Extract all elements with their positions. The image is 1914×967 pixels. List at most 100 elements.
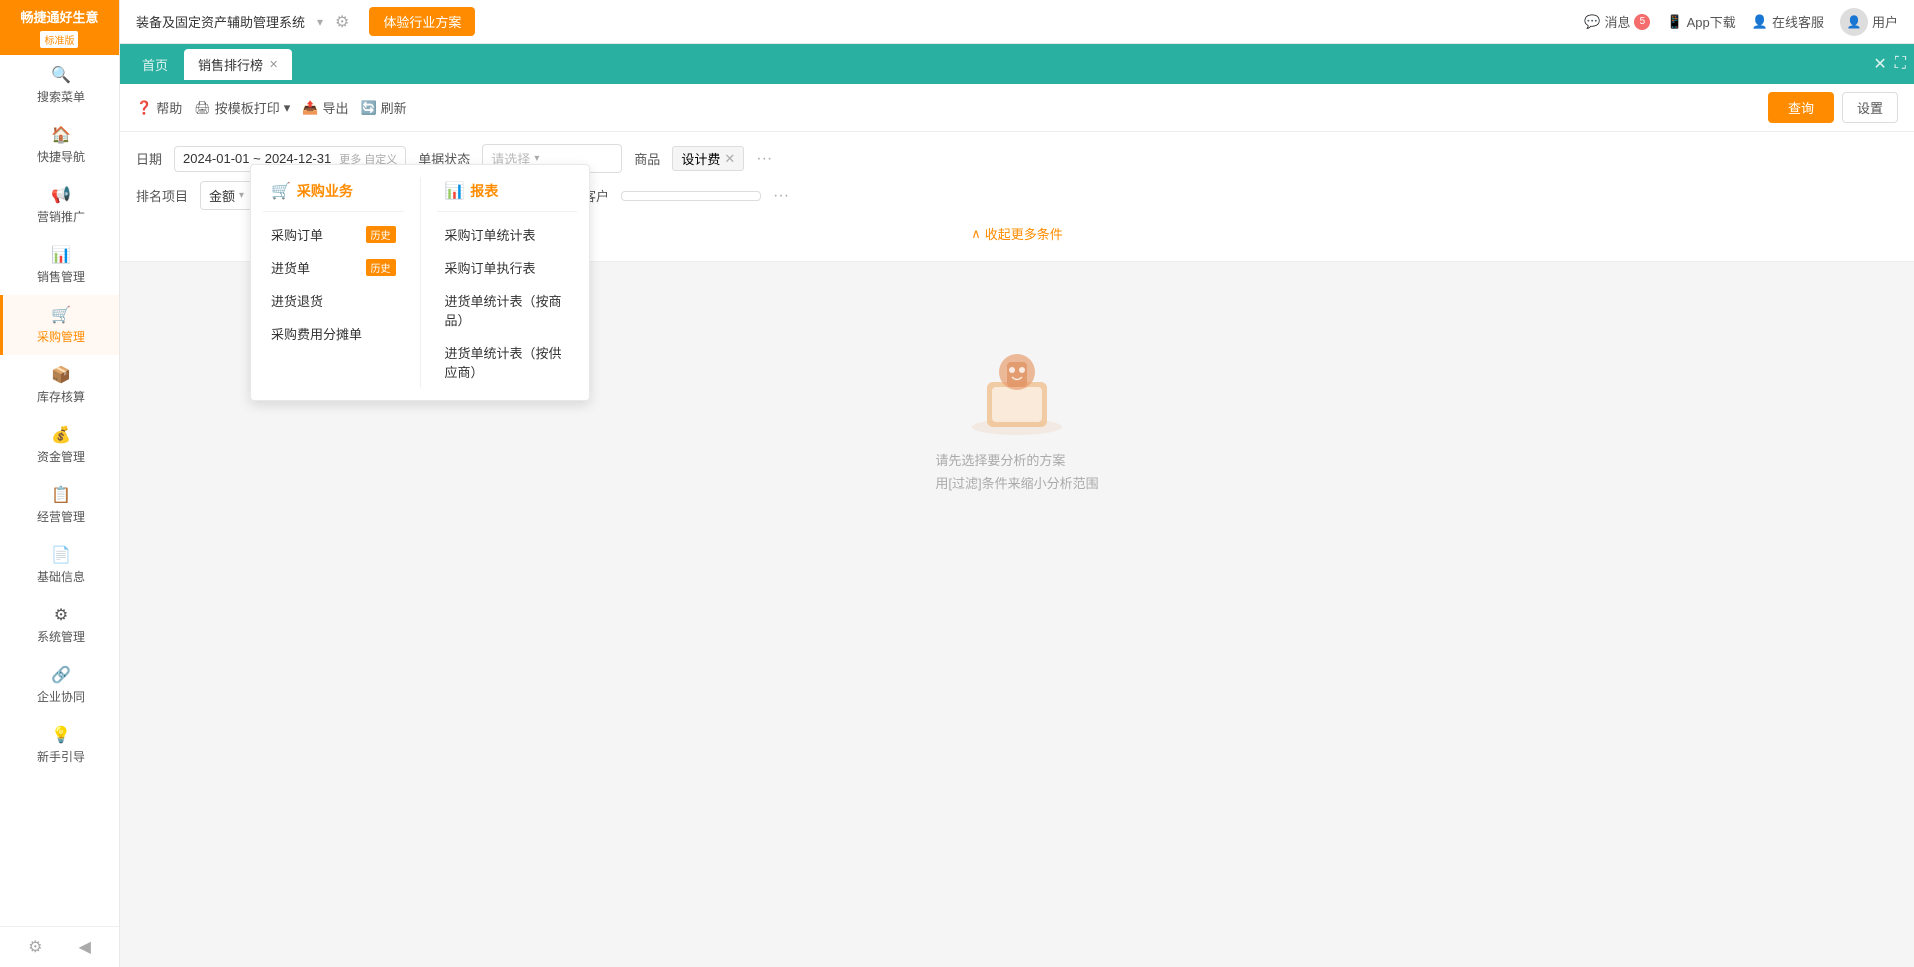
header-right: 💬 消息 5 📱 App下载 👤 在线客服 👤 用户 bbox=[1584, 8, 1898, 36]
system-icon: ⚙ bbox=[54, 605, 68, 625]
sidebar-item-quick-nav[interactable]: 🏠 快捷导航 bbox=[0, 115, 119, 175]
main-area: 装备及固定资产辅助管理系统 ▾ ⚙ 体验行业方案 💬 消息 5 📱 App下载 … bbox=[120, 0, 1914, 967]
collapse-arrow-icon: ∧ bbox=[971, 226, 981, 242]
report-col-icon: 📊 bbox=[445, 181, 465, 201]
sidebar-menu: 🔍 搜索菜单 🏠 快捷导航 📢 营销推广 📊 销售管理 🛒 采购管理 📦 bbox=[0, 55, 119, 926]
user-label: 用户 bbox=[1872, 12, 1898, 31]
dropdown-menu: 🛒 采购业务 采购订单 历史 进货单 历史 进货退货 bbox=[250, 164, 590, 401]
refresh-item[interactable]: 🔄 刷新 bbox=[360, 98, 406, 117]
print-label: 按模板打印 bbox=[215, 98, 280, 117]
sidebar-item-purchase[interactable]: 🛒 采购管理 bbox=[0, 295, 119, 355]
sidebar-item-guide[interactable]: 💡 新手引导 bbox=[0, 715, 119, 775]
message-icon: 💬 bbox=[1584, 14, 1600, 30]
sidebar-item-enterprise[interactable]: 🔗 企业协同 bbox=[0, 655, 119, 715]
report-col: 📊 报表 采购订单统计表 采购订单执行表 进货单统计表（按商品） 进货单统计表（… bbox=[425, 177, 590, 388]
online-service-label: 在线客服 bbox=[1772, 12, 1824, 31]
user-item[interactable]: 👤 用户 bbox=[1840, 8, 1898, 36]
dropdown-item-purchase-order-exec[interactable]: 采购订单执行表 bbox=[437, 251, 578, 284]
dropdown-item-inbound-stat-supplier[interactable]: 进货单统计表（按供应商） bbox=[437, 336, 578, 388]
dropdown-item-purchase-order[interactable]: 采购订单 历史 bbox=[263, 218, 404, 251]
sidebar-item-finance-label: 资金管理 bbox=[37, 448, 85, 465]
setting-button[interactable]: 设置 bbox=[1842, 92, 1898, 123]
empty-tips: 请先选择要分析的方案 用[过滤]条件来缩小分析范围 bbox=[935, 450, 1098, 496]
export-label: 导出 bbox=[322, 98, 348, 117]
window-close-icon[interactable]: ✕ bbox=[1873, 54, 1886, 74]
dropdown-item-inbound[interactable]: 进货单 历史 bbox=[263, 251, 404, 284]
dropdown-item-purchase-order-stat[interactable]: 采购订单统计表 bbox=[437, 218, 578, 251]
return-label: 进货退货 bbox=[271, 291, 323, 310]
export-icon: 📤 bbox=[302, 100, 318, 116]
collapse-button[interactable]: ∧ 收起更多条件 bbox=[965, 218, 1069, 249]
tab-home[interactable]: 首页 bbox=[128, 49, 182, 80]
sidebar-item-operation-label: 经营管理 bbox=[37, 508, 85, 525]
refresh-label: 刷新 bbox=[381, 98, 407, 117]
message-item[interactable]: 💬 消息 5 bbox=[1584, 12, 1650, 31]
marketing-icon: 📢 bbox=[51, 185, 71, 205]
product-tag-close[interactable]: ✕ bbox=[724, 151, 735, 167]
basic-icon: 📄 bbox=[51, 545, 71, 565]
header-dropdown-arrow[interactable]: ▾ bbox=[317, 15, 323, 29]
sidebar-footer: ⚙ ◀ bbox=[0, 926, 119, 967]
report-col-title: 📊 报表 bbox=[437, 177, 578, 212]
empty-illustration bbox=[957, 342, 1077, 442]
dropdown-item-inbound-stat-product[interactable]: 进货单统计表（按商品） bbox=[437, 284, 578, 336]
sidebar-logo: 畅捷通好生意 标准版 bbox=[0, 0, 119, 55]
print-item[interactable]: 🖨 按模板打印 ▾ bbox=[194, 98, 290, 117]
logo-name: 畅捷通好生意 bbox=[20, 7, 98, 26]
online-service-item[interactable]: 👤 在线客服 bbox=[1752, 12, 1824, 31]
guide-icon: 💡 bbox=[51, 725, 71, 745]
ranking-label: 排名项目 bbox=[136, 186, 188, 205]
header-gear-icon[interactable]: ⚙ bbox=[335, 12, 349, 32]
query-button[interactable]: 查询 bbox=[1768, 92, 1834, 123]
ranking-value: 金额 bbox=[209, 186, 235, 205]
sidebar-item-system[interactable]: ⚙ 系统管理 bbox=[0, 595, 119, 655]
dropdown-item-return[interactable]: 进货退货 bbox=[263, 284, 404, 317]
sales-icon: 📊 bbox=[51, 245, 71, 265]
inventory-icon: 📦 bbox=[51, 365, 71, 385]
help-item[interactable]: ❓ 帮助 bbox=[136, 98, 182, 117]
print-arrow[interactable]: ▾ bbox=[284, 100, 291, 116]
sidebar-item-guide-label: 新手引导 bbox=[37, 748, 85, 765]
product-tag: 设计费 ✕ bbox=[672, 146, 744, 171]
sidebar-item-search[interactable]: 🔍 搜索菜单 bbox=[0, 55, 119, 115]
customer-more-dots[interactable]: ··· bbox=[773, 187, 789, 205]
tab-close-icon[interactable]: ✕ bbox=[269, 58, 278, 71]
help-icon: ❓ bbox=[136, 100, 152, 116]
print-icon: 🖨 bbox=[194, 100, 211, 116]
phone-icon: 📱 bbox=[1666, 14, 1682, 30]
date-value: 2024-01-01 ~ bbox=[183, 151, 261, 166]
product-more-dots[interactable]: ··· bbox=[756, 150, 772, 168]
collapse-icon[interactable]: ◀ bbox=[79, 937, 91, 957]
sidebar: 畅捷通好生意 标准版 🔍 搜索菜单 🏠 快捷导航 📢 营销推广 📊 销售管理 bbox=[0, 0, 120, 967]
settings-icon[interactable]: ⚙ bbox=[28, 937, 42, 957]
tab-sales-rank[interactable]: 销售排行榜 ✕ bbox=[184, 49, 292, 80]
sidebar-item-marketing[interactable]: 📢 营销推广 bbox=[0, 175, 119, 235]
app-download-item[interactable]: 📱 App下载 bbox=[1666, 12, 1735, 31]
export-item[interactable]: 📤 导出 bbox=[302, 98, 348, 117]
service-icon: 👤 bbox=[1752, 14, 1768, 30]
sidebar-item-sales[interactable]: 📊 销售管理 bbox=[0, 235, 119, 295]
empty-tip-1: 请先选择要分析的方案 bbox=[935, 450, 1098, 469]
collapse-label: 收起更多条件 bbox=[985, 224, 1063, 243]
top-header: 装备及固定资产辅助管理系统 ▾ ⚙ 体验行业方案 💬 消息 5 📱 App下载 … bbox=[120, 0, 1914, 44]
customer-input[interactable] bbox=[621, 191, 761, 201]
sidebar-item-operation[interactable]: 📋 经营管理 bbox=[0, 475, 119, 535]
refresh-icon: 🔄 bbox=[360, 100, 376, 116]
sidebar-item-basic[interactable]: 📄 基础信息 bbox=[0, 535, 119, 595]
inbound-history: 历史 bbox=[366, 259, 396, 276]
sidebar-item-enterprise-label: 企业协同 bbox=[37, 688, 85, 705]
expense-label: 采购费用分摊单 bbox=[271, 324, 362, 343]
sidebar-item-inventory[interactable]: 📦 库存核算 bbox=[0, 355, 119, 415]
help-label: 帮助 bbox=[156, 98, 182, 117]
trial-button[interactable]: 体验行业方案 bbox=[369, 7, 475, 36]
purchase-order-exec-label: 采购订单执行表 bbox=[445, 258, 536, 277]
sidebar-item-basic-label: 基础信息 bbox=[37, 568, 85, 585]
purchase-col-label: 采购业务 bbox=[297, 181, 353, 201]
sidebar-item-finance[interactable]: 💰 资金管理 bbox=[0, 415, 119, 475]
dropdown-item-expense[interactable]: 采购费用分摊单 bbox=[263, 317, 404, 350]
sidebar-item-search-label: 搜索菜单 bbox=[37, 88, 85, 105]
purchase-col-icon: 🛒 bbox=[271, 181, 291, 201]
tab-bar: 首页 销售排行榜 ✕ ✕ ⛶ bbox=[120, 44, 1914, 84]
purchase-col: 🛒 采购业务 采购订单 历史 进货单 历史 进货退货 bbox=[251, 177, 416, 388]
window-expand-icon[interactable]: ⛶ bbox=[1895, 55, 1906, 73]
